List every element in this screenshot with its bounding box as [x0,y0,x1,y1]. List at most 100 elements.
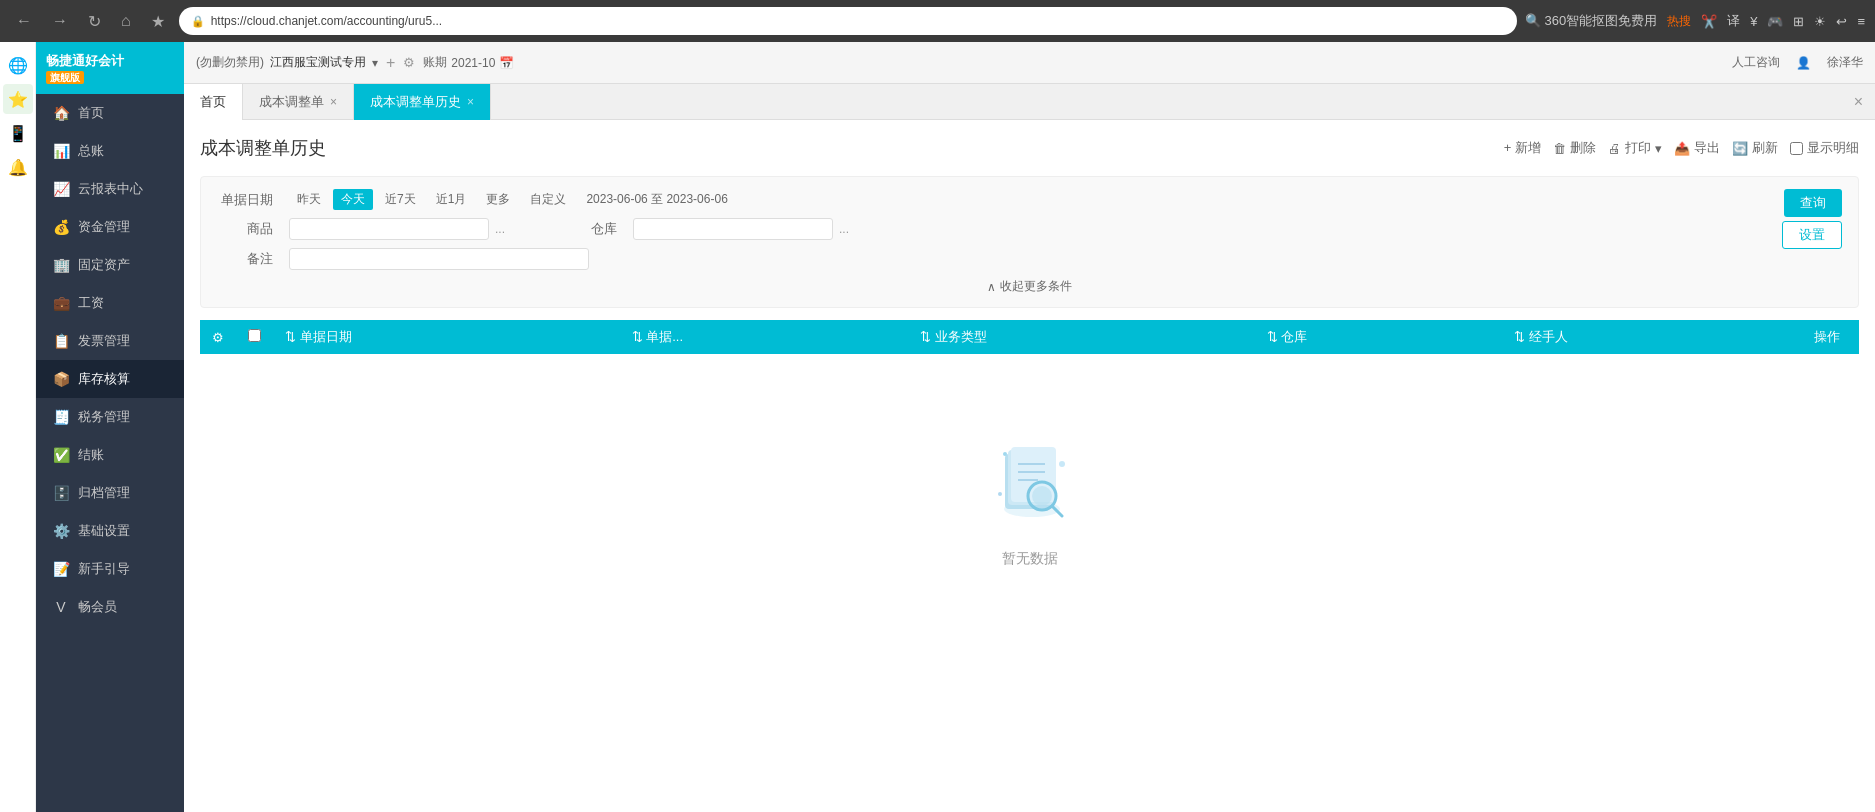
empty-state: 暂无数据 [200,354,1859,648]
goods-filter-row: 商品 ... 仓库 ... [217,218,1758,240]
sidebar-item-invoice[interactable]: 📋 发票管理 [36,322,184,360]
th-settings[interactable]: ⚙ [200,320,236,354]
icon-sidebar-globe[interactable]: 🌐 [3,50,33,80]
svg-point-11 [1059,461,1065,467]
date-option-more[interactable]: 更多 [478,189,518,210]
query-btn-group: 查询 设置 [1782,189,1842,249]
icon-sidebar-mobile[interactable]: 📱 [3,118,33,148]
refresh-btn[interactable]: 🔄 刷新 [1732,139,1778,157]
nav-back[interactable]: ← [10,8,38,34]
sidebar-item-tax[interactable]: 🧾 税务管理 [36,398,184,436]
new-btn[interactable]: + 新增 [1504,139,1541,157]
sidebar-item-home[interactable]: 🏠 首页 [36,94,184,132]
date-range-display: 2023-06-06 至 2023-06-06 [586,191,727,208]
nav-refresh[interactable]: ↻ [82,8,107,35]
warehouse-more[interactable]: ... [839,222,849,236]
support-link[interactable]: 人工咨询 [1732,54,1780,71]
sidebar-item-settlement[interactable]: ✅ 结账 [36,436,184,474]
member-icon: V [52,599,70,615]
company-selector[interactable]: (勿删勿禁用) 江西服宝测试专用 ▾ [196,54,378,71]
table-header-row: ⚙ ⇅ 单据日期 ⇅ 单据... ⇅ 业务类型 [200,320,1859,354]
show-details-checkbox[interactable] [1790,142,1803,155]
print-dropdown-icon[interactable]: ▾ [1655,141,1662,156]
print-btn[interactable]: 🖨 打印 ▾ [1608,139,1662,157]
menu-icon: ≡ [1857,14,1865,29]
th-warehouse[interactable]: ⇅ 仓库 [1255,320,1502,354]
goods-input[interactable] [289,218,489,240]
sidebar-item-guide[interactable]: 📝 新手引导 [36,550,184,588]
sidebar-item-ledger[interactable]: 📊 总账 [36,132,184,170]
scissors-icon: ✂️ [1701,14,1717,29]
date-option-1month[interactable]: 近1月 [428,189,475,210]
search-tool[interactable]: 🔍 360智能抠图免费用 [1525,12,1657,30]
apps-icon: ⊞ [1793,14,1804,29]
icon-sidebar-bell[interactable]: 🔔 [3,152,33,182]
sidebar-item-salary[interactable]: 💼 工资 [36,284,184,322]
goods-more[interactable]: ... [495,222,505,236]
sidebar-item-settlement-label: 结账 [78,446,104,464]
sidebar-item-settings[interactable]: ⚙️ 基础设置 [36,512,184,550]
tab-cost-adjust-history-close[interactable]: × [467,95,474,109]
user-name[interactable]: 徐泽华 [1827,54,1863,71]
home-icon: 🏠 [52,105,70,121]
logo-text: 畅捷通好会计 旗舰版 [46,52,124,85]
company-prefix: (勿删勿禁用) [196,54,264,71]
sidebar-item-fixed-assets[interactable]: 🏢 固定资产 [36,246,184,284]
query-btn[interactable]: 查询 [1784,189,1842,217]
sidebar-item-funds-label: 资金管理 [78,218,130,236]
th-biztype[interactable]: ⇅ 业务类型 [908,320,1255,354]
sidebar-item-guide-label: 新手引导 [78,560,130,578]
page-content: 成本调整单历史 + 新增 🗑 删除 🖨 打印 ▾ 📤 导出 [184,120,1875,812]
filter-settings-btn[interactable]: 设置 [1782,221,1842,249]
sidebar-item-ledger-label: 总账 [78,142,104,160]
close-all-tabs-btn[interactable]: × [1842,93,1875,111]
tab-cost-adjust-history[interactable]: 成本调整单历史 × [354,84,491,120]
date-option-7days[interactable]: 近7天 [377,189,424,210]
invoice-icon: 📋 [52,333,70,349]
date-option-yesterday[interactable]: 昨天 [289,189,329,210]
funds-icon: 💰 [52,219,70,235]
th-date[interactable]: ⇅ 单据日期 [273,320,620,354]
settings-icon: ⚙️ [52,523,70,539]
svg-point-8 [1032,486,1052,506]
select-all-checkbox[interactable] [248,329,261,342]
empty-illustration [980,434,1080,534]
date-filter-options: 昨天 今天 近7天 近1月 更多 自定义 2023-06-06 至 2023-0… [289,189,728,210]
show-details-checkbox-label[interactable]: 显示明细 [1790,139,1859,157]
date-filter-row: 单据日期 昨天 今天 近7天 近1月 更多 自定义 2023-06-06 至 2… [217,189,1758,210]
sidebar-item-member[interactable]: V 畅会员 [36,588,184,626]
tab-cost-adjust-close[interactable]: × [330,95,337,109]
note-input[interactable] [289,248,589,270]
nav-forward[interactable]: → [46,8,74,34]
tab-home[interactable]: 首页 [184,84,243,120]
delete-icon: 🗑 [1553,141,1566,156]
date-option-custom[interactable]: 自定义 [522,189,574,210]
filter-area: 单据日期 昨天 今天 近7天 近1月 更多 自定义 2023-06-06 至 2… [200,176,1859,308]
export-btn[interactable]: 📤 导出 [1674,139,1720,157]
sidebar-item-funds[interactable]: 💰 资金管理 [36,208,184,246]
add-company-btn[interactable]: + [386,54,395,72]
sidebar-item-inventory[interactable]: 📦 库存核算 [36,360,184,398]
sidebar-item-member-label: 畅会员 [78,598,117,616]
th-handler[interactable]: ⇅ 经手人 [1502,320,1799,354]
calendar-icon[interactable]: 📅 [499,56,514,70]
date-option-today[interactable]: 今天 [333,189,373,210]
th-number[interactable]: ⇅ 单据... [620,320,909,354]
tab-cost-adjust[interactable]: 成本调整单 × [243,84,354,120]
company-dropdown-icon[interactable]: ▾ [372,56,378,70]
th-checkbox[interactable] [236,320,273,354]
warehouse-input[interactable] [633,218,833,240]
nav-star[interactable]: ★ [145,8,171,35]
warehouse-filter-field: ... [633,218,849,240]
sidebar-item-settings-label: 基础设置 [78,522,130,540]
nav-home[interactable]: ⌂ [115,8,137,34]
settings-cog-icon[interactable]: ⚙ [403,55,415,70]
delete-btn[interactable]: 🗑 删除 [1553,139,1596,157]
sidebar-item-reports[interactable]: 📈 云报表中心 [36,170,184,208]
collapse-filter-btn[interactable]: ∧ 收起更多条件 [987,278,1072,295]
history-icon: ↩ [1836,14,1847,29]
url-bar[interactable]: 🔒 https://cloud.chanjet.com/accounting/u… [179,7,1517,35]
icon-sidebar-star[interactable]: ⭐ [3,84,33,114]
sidebar-item-archive[interactable]: 🗄️ 归档管理 [36,474,184,512]
browser-tools: 🔍 360智能抠图免费用 热搜 ✂️ 译 ¥ 🎮 ⊞ ☀ ↩ ≡ [1525,12,1865,30]
